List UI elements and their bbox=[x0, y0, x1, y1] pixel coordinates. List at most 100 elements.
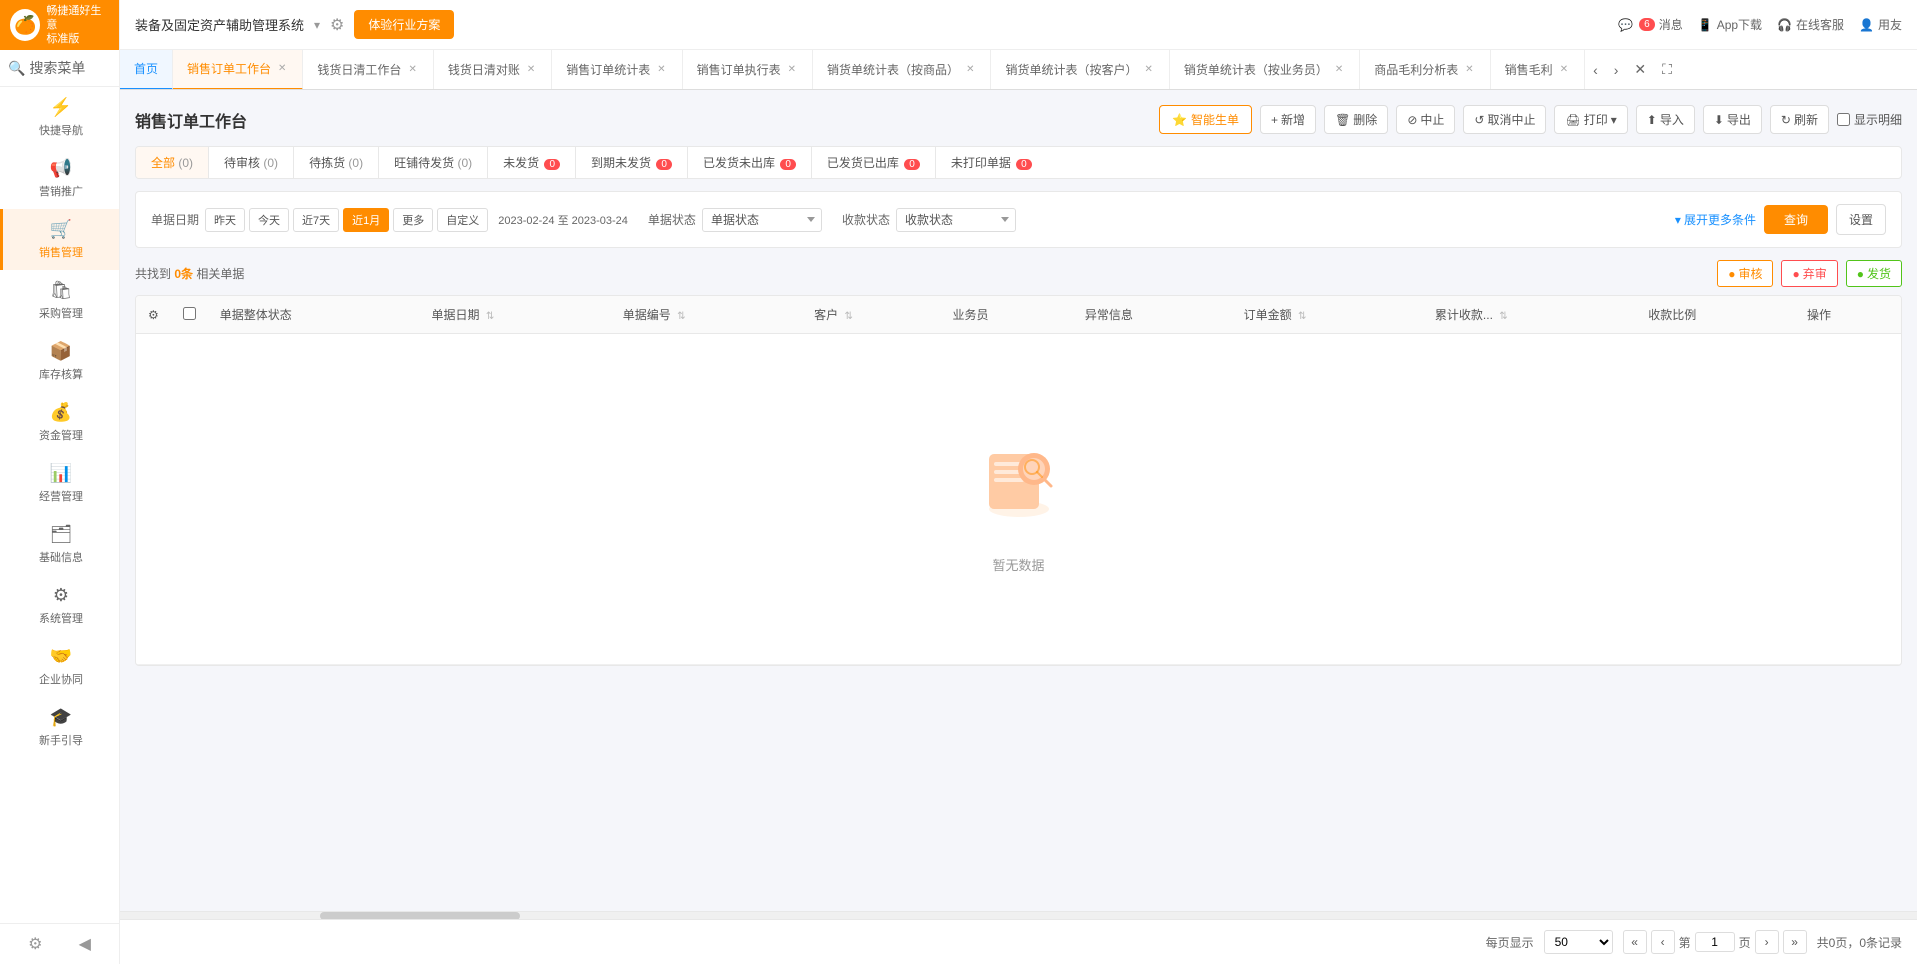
tab-close-margin[interactable]: ✕ bbox=[1463, 63, 1475, 76]
th-number[interactable]: 单据编号 ⇅ bbox=[611, 296, 802, 334]
cancel-stop-btn[interactable]: ↺ 取消中止 bbox=[1463, 105, 1546, 134]
page-next-btn[interactable]: › bbox=[1755, 930, 1779, 954]
page-input[interactable] bbox=[1695, 932, 1735, 952]
sub-tab-all[interactable]: 全部 (0) bbox=[136, 147, 209, 178]
delete-btn[interactable]: 🗑 删除 bbox=[1324, 105, 1388, 134]
date-btn-custom[interactable]: 自定义 bbox=[437, 208, 488, 232]
tab-close-sales-exec[interactable]: ✕ bbox=[786, 63, 798, 76]
filter-status-select[interactable]: 单据状态 bbox=[702, 208, 822, 232]
sidebar-item-inventory[interactable]: 📦 库存核算 bbox=[0, 331, 119, 392]
tab-sales-stat-customer[interactable]: 销货单统计表（按客户） ✕ bbox=[991, 50, 1169, 90]
sub-tab-shipped-out[interactable]: 已发货已出库 0 bbox=[812, 147, 936, 178]
tab-close-sales-stat[interactable]: ✕ bbox=[655, 63, 667, 76]
sidebar-item-newbie[interactable]: 🎓 新手引导 bbox=[0, 697, 119, 758]
cancel-review-btn[interactable]: ● 弃审 bbox=[1781, 260, 1837, 287]
tab-product-margin[interactable]: 商品毛利分析表 ✕ bbox=[1360, 50, 1490, 90]
smart-gen-btn[interactable]: ⭐ 智能生单 bbox=[1159, 105, 1252, 134]
sidebar-item-quick-nav[interactable]: ⚡ 快捷导航 bbox=[0, 87, 119, 148]
message-item[interactable]: 💬 6 消息 bbox=[1618, 16, 1683, 33]
sub-tab-pending-review[interactable]: 待审核 (0) bbox=[209, 147, 294, 178]
th-checkbox[interactable] bbox=[171, 296, 208, 334]
refresh-btn[interactable]: ↻ 刷新 bbox=[1770, 105, 1829, 134]
sidebar-item-label: 资金管理 bbox=[39, 427, 83, 443]
th-customer[interactable]: 客户 ⇅ bbox=[802, 296, 940, 334]
tab-close-product[interactable]: ✕ bbox=[964, 63, 976, 76]
sidebar-item-finance[interactable]: 💰 资金管理 bbox=[0, 392, 119, 453]
page-size-select[interactable]: 50 20 100 bbox=[1544, 930, 1613, 954]
sub-tab-wangpu[interactable]: 旺铺待发货 (0) bbox=[379, 147, 488, 178]
filter-payment-select[interactable]: 收款状态 bbox=[896, 208, 1016, 232]
column-settings-icon[interactable]: ⚙ bbox=[148, 308, 159, 322]
sidebar-search[interactable]: 🔍 搜索菜单 bbox=[0, 50, 119, 87]
tab-fullscreen-btn[interactable]: ⛶ bbox=[1654, 61, 1680, 78]
filter-expand-btn[interactable]: ▾ 展开更多条件 bbox=[1675, 211, 1756, 228]
stop-btn[interactable]: ⊘ 中止 bbox=[1396, 105, 1455, 134]
tab-sales-profit[interactable]: 销售毛利 ✕ bbox=[1491, 50, 1585, 90]
tab-sales-workbench[interactable]: 销售订单工作台 ✕ bbox=[173, 50, 303, 90]
tab-close-profit[interactable]: ✕ bbox=[1558, 63, 1570, 76]
tab-close-staff[interactable]: ✕ bbox=[1333, 63, 1345, 76]
tab-prev-btn[interactable]: ‹ bbox=[1585, 62, 1606, 78]
tab-close-all-btn[interactable]: ✕ bbox=[1626, 61, 1654, 78]
result-text: 共找到 bbox=[135, 267, 174, 281]
date-btn-recent7[interactable]: 近7天 bbox=[293, 208, 339, 232]
tab-sales-stat[interactable]: 销售订单统计表 ✕ bbox=[552, 50, 682, 90]
import-btn[interactable]: ⬆ 导入 bbox=[1636, 105, 1695, 134]
date-btn-yesterday[interactable]: 昨天 bbox=[205, 208, 245, 232]
tab-sales-stat-product[interactable]: 销货单统计表（按商品） ✕ bbox=[813, 50, 991, 90]
export-btn[interactable]: ⬇ 导出 bbox=[1703, 105, 1762, 134]
topbar-settings-icon[interactable]: ⚙ bbox=[330, 15, 344, 35]
select-all-checkbox[interactable] bbox=[183, 307, 196, 320]
date-btn-more[interactable]: 更多 bbox=[393, 208, 433, 232]
tab-sales-stat-staff[interactable]: 销货单统计表（按业务员） ✕ bbox=[1170, 50, 1360, 90]
show-detail-checkbox[interactable] bbox=[1837, 113, 1850, 126]
page-prev-btn[interactable]: ‹ bbox=[1651, 930, 1675, 954]
sidebar-item-sales[interactable]: 🛒 销售管理 bbox=[0, 209, 119, 270]
sidebar-item-basics[interactable]: 🗂 基础信息 bbox=[0, 514, 119, 575]
th-collected[interactable]: 累计收款... ⇅ bbox=[1423, 296, 1636, 334]
tab-close-sales-workbench[interactable]: ✕ bbox=[276, 62, 288, 75]
date-btn-today[interactable]: 今天 bbox=[249, 208, 289, 232]
sub-tab-unprinted[interactable]: 未打印单据 0 bbox=[936, 147, 1047, 178]
date-btn-recent1m[interactable]: 近1月 bbox=[343, 208, 389, 232]
add-btn[interactable]: + 新增 bbox=[1260, 105, 1316, 134]
query-btn[interactable]: 查询 bbox=[1764, 205, 1828, 234]
tab-close-cash-daily[interactable]: ✕ bbox=[406, 63, 418, 76]
h-scrollbar[interactable] bbox=[120, 911, 1917, 919]
industry-btn[interactable]: 体验行业方案 bbox=[354, 10, 454, 39]
tab-next-btn[interactable]: › bbox=[1606, 62, 1627, 78]
online-service-item[interactable]: 🎧 在线客服 bbox=[1777, 16, 1844, 33]
export-label: 导出 bbox=[1727, 111, 1751, 128]
sidebar-item-marketing[interactable]: 📢 营销推广 bbox=[0, 148, 119, 209]
th-date[interactable]: 单据日期 ⇅ bbox=[420, 296, 611, 334]
footer-settings-icon[interactable]: ⚙ bbox=[28, 934, 42, 954]
sub-tab-shipped-unout[interactable]: 已发货未出库 0 bbox=[688, 147, 812, 178]
sidebar-item-purchase[interactable]: 🛍 采购管理 bbox=[0, 270, 119, 331]
tab-close-cash-reconcile[interactable]: ✕ bbox=[525, 63, 537, 76]
footer-collapse-icon[interactable]: ◀ bbox=[79, 934, 91, 954]
review-btn[interactable]: ● 审核 bbox=[1717, 260, 1773, 287]
ship-dot: ● bbox=[1857, 267, 1864, 281]
sidebar-item-cooperation[interactable]: 🤝 企业协同 bbox=[0, 636, 119, 697]
page-first-btn[interactable]: « bbox=[1623, 930, 1647, 954]
filter-settings-btn[interactable]: 设置 bbox=[1836, 204, 1886, 235]
tab-home[interactable]: 首页 bbox=[120, 50, 173, 90]
tab-cash-reconcile[interactable]: 钱货日清对账 ✕ bbox=[434, 50, 552, 90]
sub-tab-overdue-unshipped[interactable]: 到期未发货 0 bbox=[576, 147, 688, 178]
user-item[interactable]: 👤 用友 bbox=[1859, 16, 1902, 33]
page-label2: 页 bbox=[1739, 934, 1751, 951]
page-last-btn[interactable]: » bbox=[1783, 930, 1807, 954]
app-download-item[interactable]: 📱 App下载 bbox=[1698, 16, 1762, 33]
tab-sales-exec[interactable]: 销售订单执行表 ✕ bbox=[683, 50, 813, 90]
sub-tab-pending-inspect[interactable]: 待拣货 (0) bbox=[294, 147, 379, 178]
tab-cash-daily[interactable]: 钱货日清工作台 ✕ bbox=[303, 50, 433, 90]
show-detail-checkbox-label[interactable]: 显示明细 bbox=[1837, 111, 1902, 128]
th-settings[interactable]: ⚙ bbox=[136, 296, 171, 334]
th-amount[interactable]: 订单金额 ⇅ bbox=[1232, 296, 1423, 334]
sub-tab-unshipped[interactable]: 未发货 0 bbox=[488, 147, 576, 178]
tab-close-customer[interactable]: ✕ bbox=[1142, 63, 1154, 76]
sidebar-item-operations[interactable]: 📊 经营管理 bbox=[0, 453, 119, 514]
print-btn[interactable]: 🖨 打印 ▾ bbox=[1554, 105, 1627, 134]
ship-btn[interactable]: ● 发货 bbox=[1846, 260, 1902, 287]
sidebar-item-system[interactable]: ⚙ 系统管理 bbox=[0, 575, 119, 636]
